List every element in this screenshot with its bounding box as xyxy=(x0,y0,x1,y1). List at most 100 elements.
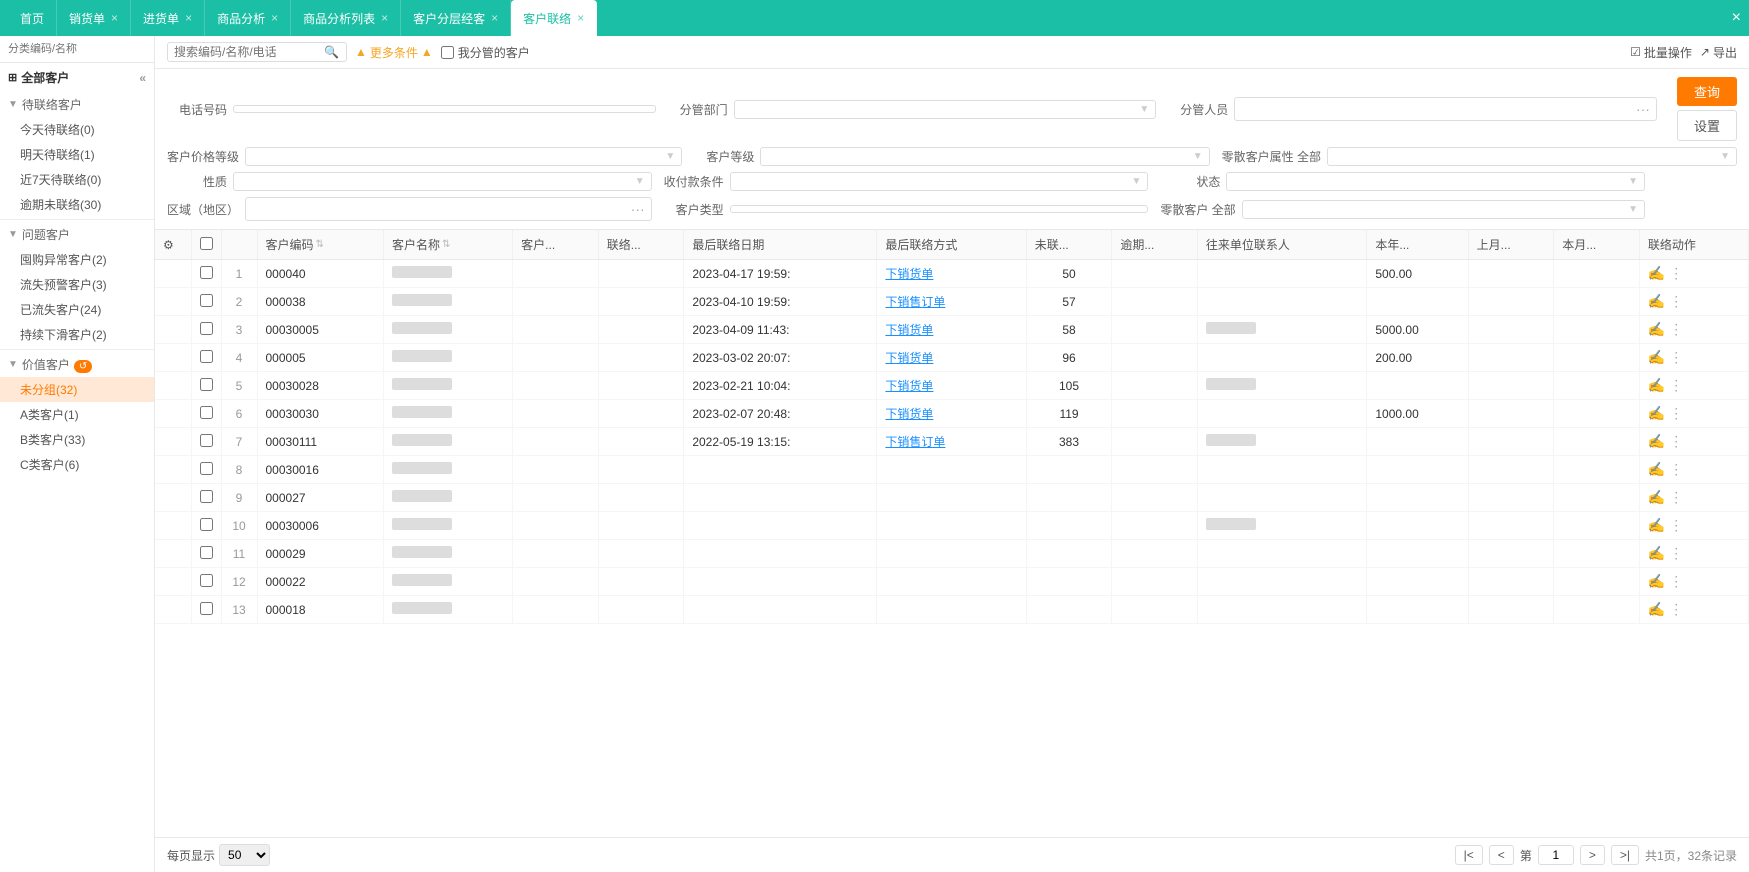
retail-attr-select[interactable]: ▼ xyxy=(1327,147,1737,166)
chat-icon[interactable]: ✍ xyxy=(1648,433,1665,450)
grid-action-icon[interactable]: ⋮ xyxy=(1669,349,1683,366)
row-checkbox[interactable] xyxy=(200,406,213,419)
row-last-way[interactable]: 下销货单 xyxy=(877,344,1026,372)
prev-page-btn[interactable]: < xyxy=(1489,845,1514,865)
chat-icon[interactable]: ✍ xyxy=(1648,573,1665,590)
page-size-select[interactable]: 50 100 200 xyxy=(219,844,270,866)
chat-icon[interactable]: ✍ xyxy=(1648,545,1665,562)
code-col-header[interactable]: 客户编码 ⇅ xyxy=(257,230,384,260)
row-last-way[interactable] xyxy=(877,512,1026,540)
row-last-way[interactable]: 下销货单 xyxy=(877,372,1026,400)
grid-action-icon[interactable]: ⋮ xyxy=(1669,433,1683,450)
query-button[interactable]: 查询 xyxy=(1677,77,1737,106)
first-page-btn[interactable]: |< xyxy=(1455,845,1483,865)
chat-icon[interactable]: ✍ xyxy=(1648,601,1665,618)
sidebar-item-ungrouped[interactable]: 未分组(32) xyxy=(0,377,154,402)
settings-col-header[interactable]: ⚙ xyxy=(155,230,191,260)
row-last-way[interactable] xyxy=(877,484,1026,512)
page-number-input[interactable] xyxy=(1538,845,1574,865)
row-checkbox-cell[interactable] xyxy=(191,260,221,288)
row-last-way[interactable]: 下销售订单 xyxy=(877,288,1026,316)
row-checkbox[interactable] xyxy=(200,434,213,447)
row-last-way[interactable]: 下销货单 xyxy=(877,316,1026,344)
tab-customer-contact[interactable]: 客户联络 × xyxy=(511,0,597,36)
checkbox-col-header[interactable] xyxy=(191,230,221,260)
grid-action-icon[interactable]: ⋮ xyxy=(1669,573,1683,590)
my-customers-filter[interactable]: 我分管的客户 xyxy=(441,44,530,61)
search-icon[interactable]: 🔍 xyxy=(324,45,339,59)
row-last-way[interactable]: 下销货单 xyxy=(877,400,1026,428)
name-col-header[interactable]: 客户名称 ⇅ xyxy=(384,230,513,260)
more-conditions-btn[interactable]: ▲ 更多条件 ▲ xyxy=(355,44,433,61)
chat-icon[interactable]: ✍ xyxy=(1648,349,1665,366)
last-page-btn[interactable]: >| xyxy=(1611,845,1639,865)
row-checkbox-cell[interactable] xyxy=(191,288,221,316)
row-last-way[interactable]: 下销售订单 xyxy=(877,428,1026,456)
grid-action-icon[interactable]: ⋮ xyxy=(1669,321,1683,338)
sidebar-item-abnormal[interactable]: 囤购异常客户(2) xyxy=(0,247,154,272)
grid-action-icon[interactable]: ⋮ xyxy=(1669,405,1683,422)
row-last-way[interactable] xyxy=(877,568,1026,596)
tab-analysis-list[interactable]: 商品分析列表 × xyxy=(291,0,401,36)
tab-purchase[interactable]: 进货单 × xyxy=(131,0,205,36)
search-input[interactable] xyxy=(174,45,324,59)
chat-icon[interactable]: ✍ xyxy=(1648,461,1665,478)
tab-home[interactable]: 首页 xyxy=(8,0,57,36)
row-checkbox[interactable] xyxy=(200,294,213,307)
customer-type-input[interactable] xyxy=(730,205,1149,213)
status-select[interactable]: ▼ xyxy=(1226,172,1645,191)
grid-action-icon[interactable]: ⋮ xyxy=(1669,489,1683,506)
sidebar-collapse-icon[interactable]: « xyxy=(139,71,146,85)
sidebar-item-7days[interactable]: 近7天待联络(0) xyxy=(0,167,154,192)
tab-purchase-close[interactable]: × xyxy=(185,11,192,25)
group-value-customers[interactable]: ▼ 价值客户 ↺ xyxy=(0,352,154,377)
row-checkbox[interactable] xyxy=(200,462,213,475)
row-checkbox-cell[interactable] xyxy=(191,400,221,428)
nature-select[interactable]: ▼ xyxy=(233,172,652,191)
my-customers-checkbox[interactable] xyxy=(441,46,454,59)
tab-sales-close[interactable]: × xyxy=(111,11,118,25)
row-checkbox-cell[interactable] xyxy=(191,428,221,456)
window-close-icon[interactable]: × xyxy=(1732,9,1741,27)
sidebar-item-class-b[interactable]: B类客户(33) xyxy=(0,427,154,452)
grid-action-icon[interactable]: ⋮ xyxy=(1669,517,1683,534)
phone-input[interactable] xyxy=(233,105,656,113)
grid-action-icon[interactable]: ⋮ xyxy=(1669,461,1683,478)
next-page-btn[interactable]: > xyxy=(1580,845,1605,865)
row-checkbox[interactable] xyxy=(200,490,213,503)
row-checkbox[interactable] xyxy=(200,602,213,615)
tab-analysis-close[interactable]: × xyxy=(271,11,278,25)
reset-button[interactable]: 设置 xyxy=(1677,110,1737,141)
row-checkbox[interactable] xyxy=(200,574,213,587)
group-problem-customers[interactable]: ▼ 问题客户 xyxy=(0,222,154,247)
chat-icon[interactable]: ✍ xyxy=(1648,377,1665,394)
sidebar-item-overdue[interactable]: 逾期未联络(30) xyxy=(0,192,154,217)
tab-customer-mgr[interactable]: 客户分层经客 × xyxy=(401,0,511,36)
manager-input[interactable]: ··· xyxy=(1234,97,1657,121)
sidebar-item-today[interactable]: 今天待联络(0) xyxy=(0,117,154,142)
grid-action-icon[interactable]: ⋮ xyxy=(1669,377,1683,394)
row-checkbox-cell[interactable] xyxy=(191,568,221,596)
sidebar-item-declining[interactable]: 持续下滑客户(2) xyxy=(0,322,154,347)
sidebar-item-tomorrow[interactable]: 明天待联络(1) xyxy=(0,142,154,167)
all-customers-header[interactable]: ⊞ 全部客户 « xyxy=(0,63,154,92)
tab-customer-mgr-close[interactable]: × xyxy=(491,11,498,25)
row-checkbox-cell[interactable] xyxy=(191,456,221,484)
row-checkbox[interactable] xyxy=(200,378,213,391)
tab-analysis-list-close[interactable]: × xyxy=(381,11,388,25)
grid-action-icon[interactable]: ⋮ xyxy=(1669,601,1683,618)
dept-select[interactable]: ▼ xyxy=(734,100,1157,119)
chat-icon[interactable]: ✍ xyxy=(1648,321,1665,338)
row-checkbox-cell[interactable] xyxy=(191,596,221,624)
table-settings-icon[interactable]: ⚙ xyxy=(163,238,174,252)
row-checkbox[interactable] xyxy=(200,322,213,335)
tab-customer-contact-close[interactable]: × xyxy=(577,11,584,25)
row-checkbox[interactable] xyxy=(200,350,213,363)
row-checkbox-cell[interactable] xyxy=(191,344,221,372)
customer-level-select[interactable]: ▼ xyxy=(760,147,1209,166)
price-level-select[interactable]: ▼ xyxy=(245,147,682,166)
row-last-way[interactable] xyxy=(877,540,1026,568)
grid-action-icon[interactable]: ⋮ xyxy=(1669,293,1683,310)
export-btn[interactable]: ↗ 导出 xyxy=(1700,44,1737,61)
row-checkbox-cell[interactable] xyxy=(191,484,221,512)
